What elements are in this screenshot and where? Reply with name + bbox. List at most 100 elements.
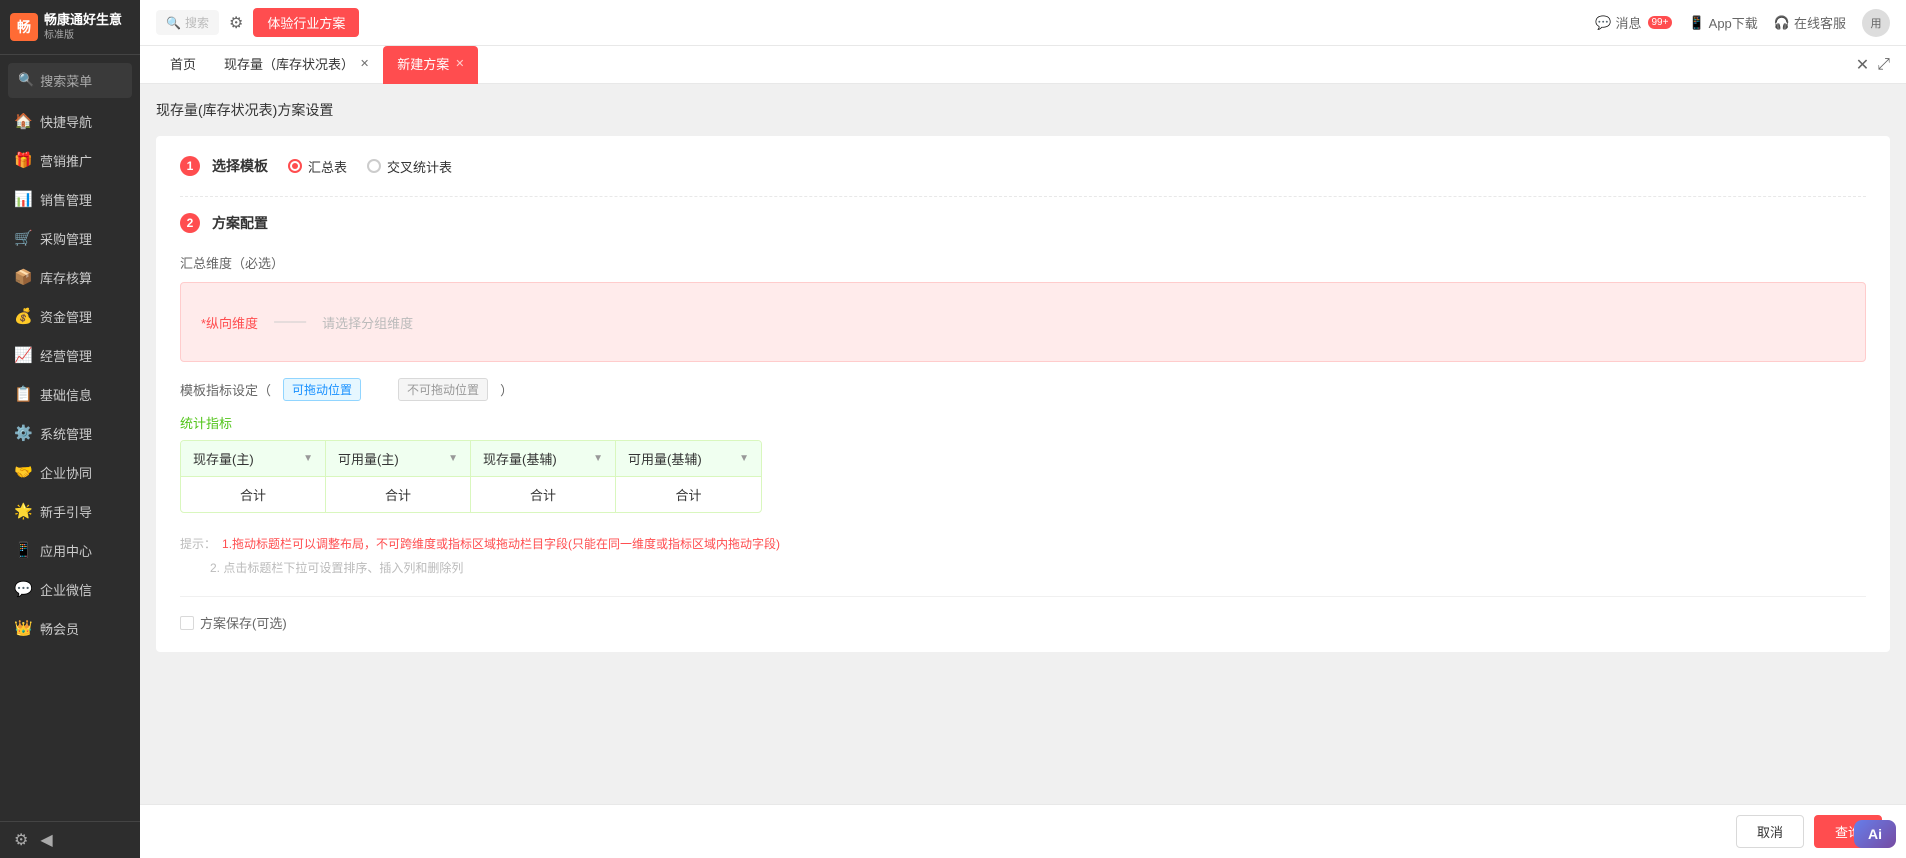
tabs-actions: ✕ ⤢	[1856, 55, 1890, 75]
sidebar: 畅 畅康通好生意 标准版 🔍 搜索菜单 🏠 快捷导航 🎁 营销推广 📊 销售管理…	[0, 0, 140, 858]
ai-float-button[interactable]: Ai	[1854, 820, 1896, 848]
chevron-down-icon-3[interactable]: ▼	[739, 453, 749, 464]
sidebar-search-label: 搜索菜单	[40, 71, 92, 90]
sidebar-settings-icon[interactable]: ⚙	[14, 830, 28, 850]
tab-new-scheme[interactable]: 新建方案 ✕	[383, 46, 478, 84]
sidebar-item-quick-nav[interactable]: 🏠 快捷导航	[0, 102, 140, 141]
step1-badge: 1	[180, 156, 200, 176]
tab-expand-btn[interactable]: ⤢	[1877, 55, 1890, 75]
non-draggable-badge: 不可拖动位置	[398, 378, 488, 401]
step2-title: 方案配置	[212, 213, 268, 233]
main-wrap: 🔍 搜索 ⚙ 体验行业方案 💬 消息 99+ 📱 App下载 🎧 在线客服 用	[140, 0, 1906, 858]
handshake-icon: 🤝	[14, 463, 32, 481]
stats-col-label-1: 可用量(主)	[338, 449, 399, 468]
divider1	[180, 196, 1866, 197]
topbar: 🔍 搜索 ⚙ 体验行业方案 💬 消息 99+ 📱 App下载 🎧 在线客服 用	[140, 0, 1906, 46]
stats-body-cell-0: 合计	[181, 476, 326, 512]
metrics-label: 模板指标设定（	[180, 380, 271, 399]
tabs-bar: 首页 现存量（库存状况表） ✕ 新建方案 ✕ ✕ ⤢	[140, 46, 1906, 84]
home-icon: 🏠	[14, 112, 32, 130]
tab-inventory-status[interactable]: 现存量（库存状况表） ✕	[210, 46, 383, 84]
content-area: 现存量(库存状况表)方案设置 1 选择模板 汇总表 交叉统计表	[140, 84, 1906, 858]
trending-icon: 📈	[14, 346, 32, 364]
search-icon: 🔍	[18, 72, 34, 88]
stats-body-cell-1: 合计	[326, 476, 471, 512]
radio-summary-label: 汇总表	[308, 157, 347, 176]
sidebar-item-label: 经营管理	[40, 346, 92, 365]
sidebar-item-inventory[interactable]: 📦 库存核算	[0, 258, 140, 297]
vertical-dim-placeholder: 请选择分组维度	[322, 313, 413, 332]
message-item[interactable]: 💬 消息 99+	[1595, 13, 1672, 32]
sidebar-item-wechat[interactable]: 💬 企业微信	[0, 570, 140, 609]
app-download-item[interactable]: 📱 App下载	[1688, 13, 1757, 32]
crown-icon: 👑	[14, 619, 32, 637]
sidebar-item-label: 新手引导	[40, 502, 92, 521]
chevron-down-icon-0[interactable]: ▼	[303, 453, 313, 464]
sidebar-search[interactable]: 🔍 搜索菜单	[8, 63, 132, 98]
template-options: 汇总表 交叉统计表	[288, 157, 452, 176]
stats-col-2[interactable]: 现存量(基辅) ▼	[471, 441, 616, 476]
sidebar-bottom: ⚙ ◀	[0, 821, 140, 858]
radio-cross-label: 交叉统计表	[387, 157, 452, 176]
metrics-row: 模板指标设定（ 可拖动位置 不可拖动位置 ）	[180, 378, 1866, 401]
online-service-item[interactable]: 🎧 在线客服	[1774, 13, 1846, 32]
topbar-settings-icon[interactable]: ⚙	[229, 13, 243, 33]
sidebar-item-member[interactable]: 👑 畅会员	[0, 609, 140, 648]
sidebar-item-operations[interactable]: 📈 经营管理	[0, 336, 140, 375]
tab-new-scheme-close-icon[interactable]: ✕	[455, 57, 464, 70]
topbar-search-icon: 🔍	[166, 16, 181, 30]
tab-minimize-btn[interactable]: ✕	[1856, 55, 1869, 75]
stats-col-3[interactable]: 可用量(基辅) ▼	[616, 441, 761, 476]
chevron-down-icon-1[interactable]: ▼	[448, 453, 458, 464]
sidebar-collapse-icon[interactable]: ◀	[40, 830, 52, 850]
app-download-label: App下载	[1709, 13, 1758, 32]
cancel-button[interactable]: 取消	[1736, 815, 1804, 848]
sidebar-item-new-guide[interactable]: 🌟 新手引导	[0, 492, 140, 531]
sidebar-item-label: 系统管理	[40, 424, 92, 443]
topbar-search[interactable]: 🔍 搜索	[156, 10, 219, 35]
sidebar-item-label: 资金管理	[40, 307, 92, 326]
message-icon: 💬	[1595, 15, 1611, 31]
sidebar-item-finance[interactable]: 💰 资金管理	[0, 297, 140, 336]
sidebar-item-system[interactable]: ⚙️ 系统管理	[0, 414, 140, 453]
radio-cross[interactable]: 交叉统计表	[367, 157, 452, 176]
online-service-label: 在线客服	[1794, 13, 1846, 32]
message-badge: 99+	[1648, 16, 1673, 29]
radio-summary[interactable]: 汇总表	[288, 157, 347, 176]
sidebar-item-marketing[interactable]: 🎁 营销推广	[0, 141, 140, 180]
save-checkbox[interactable]	[180, 616, 194, 630]
trial-btn[interactable]: 体验行业方案	[253, 8, 359, 37]
stats-col-0[interactable]: 现存量(主) ▼	[181, 441, 326, 476]
save-checkbox-label[interactable]: 方案保存(可选)	[180, 613, 287, 632]
sidebar-item-cooperation[interactable]: 🤝 企业协同	[0, 453, 140, 492]
stats-table-header: 现存量(主) ▼ 可用量(主) ▼ 现存量(基辅) ▼ 可用量(基辅) ▼	[181, 441, 761, 476]
avatar-text: 用	[1871, 15, 1882, 31]
sidebar-item-label: 应用中心	[40, 541, 92, 560]
dimension-label: 汇总维度（必选）	[180, 253, 1866, 272]
metrics-separator	[373, 380, 386, 399]
sidebar-item-basic-info[interactable]: 📋 基础信息	[0, 375, 140, 414]
stats-col-1[interactable]: 可用量(主) ▼	[326, 441, 471, 476]
tab-inventory-close-icon[interactable]: ✕	[360, 57, 369, 70]
phone-icon: 📱	[1688, 15, 1704, 31]
tab-new-scheme-label: 新建方案	[397, 54, 449, 73]
sidebar-item-label: 库存核算	[40, 268, 92, 287]
tip-2: 2. 点击标题栏下拉可设置排序、插入列和删除列	[210, 556, 1866, 580]
money-icon: 💰	[14, 307, 32, 325]
sidebar-item-app-center[interactable]: 📱 应用中心	[0, 531, 140, 570]
user-avatar[interactable]: 用	[1862, 9, 1890, 37]
draggable-badge-text: 可拖动位置	[292, 381, 352, 398]
logo-sub: 标准版	[44, 29, 122, 42]
box-icon: 📦	[14, 268, 32, 286]
logo-title: 畅康通好生意	[44, 12, 122, 29]
sidebar-item-sales[interactable]: 📊 销售管理	[0, 180, 140, 219]
sidebar-logo: 畅 畅康通好生意 标准版	[0, 0, 140, 55]
sidebar-item-purchase[interactable]: 🛒 采购管理	[0, 219, 140, 258]
tips-section: 提示： 1.拖动标题栏可以调整布局，不可跨维度或指标区域拖动栏目字段(只能在同一…	[180, 532, 1866, 580]
sidebar-item-label: 销售管理	[40, 190, 92, 209]
topbar-right: 💬 消息 99+ 📱 App下载 🎧 在线客服 用	[1595, 9, 1890, 37]
tab-home[interactable]: 首页	[156, 46, 210, 84]
tab-home-label: 首页	[170, 54, 196, 73]
chevron-down-icon-2[interactable]: ▼	[593, 453, 603, 464]
dimension-area[interactable]: *纵向维度 —— 请选择分组维度	[180, 282, 1866, 362]
